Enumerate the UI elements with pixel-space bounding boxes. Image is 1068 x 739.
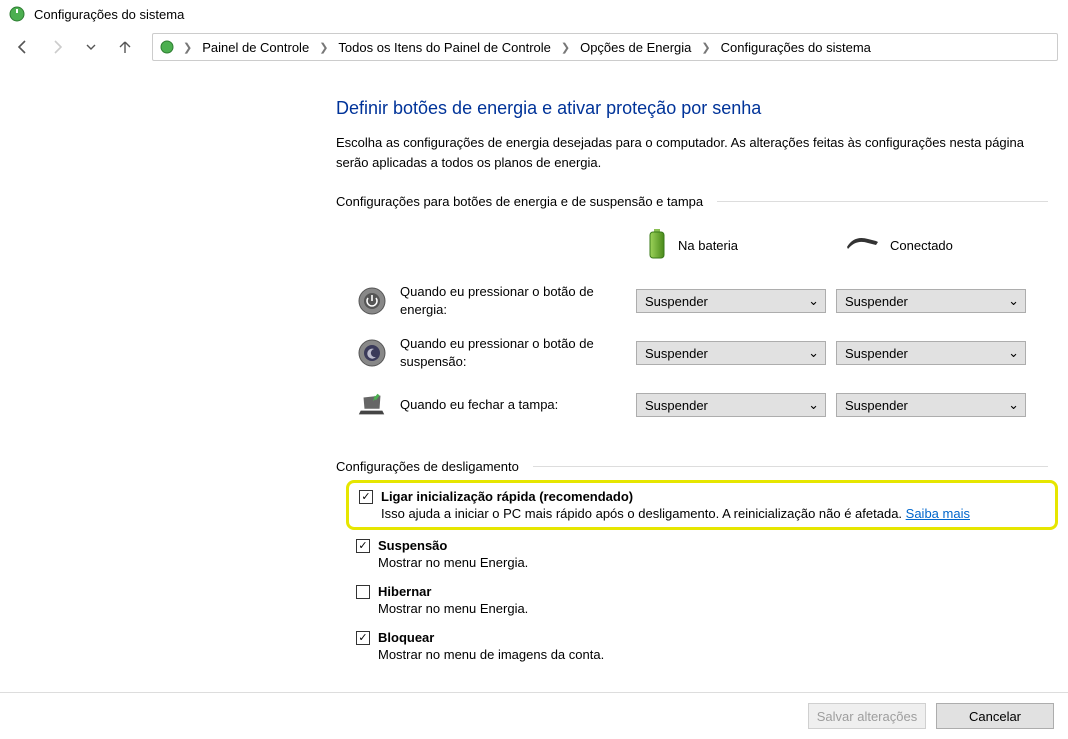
power-buttons-group-label: Configurações para botões de energia e d… bbox=[336, 194, 1048, 209]
chevron-down-icon: ⌄ bbox=[1008, 293, 1019, 309]
navbar: ❯ Painel de Controle ❯ Todos os Itens do… bbox=[0, 28, 1068, 66]
fast-startup-description: Isso ajuda a iniciar o PC mais rápido ap… bbox=[381, 506, 970, 521]
fast-startup-checkbox[interactable] bbox=[359, 490, 373, 504]
hibernate-checkbox[interactable] bbox=[356, 585, 370, 599]
shutdown-group-label: Configurações de desligamento bbox=[336, 459, 1048, 474]
column-header-battery: Na bateria bbox=[636, 228, 836, 263]
chevron-right-icon: ❯ bbox=[559, 41, 572, 54]
window-titlebar: Configurações do sistema bbox=[0, 0, 1068, 28]
power-row-power-button: Quando eu pressionar o botão de energia:… bbox=[356, 275, 1048, 327]
page-description: Escolha as configurações de energia dese… bbox=[336, 133, 1036, 172]
lock-label: Bloquear bbox=[378, 630, 604, 645]
address-bar[interactable]: ❯ Painel de Controle ❯ Todos os Itens do… bbox=[152, 33, 1058, 61]
learn-more-link[interactable]: Saiba mais bbox=[906, 506, 970, 521]
power-button-plugged-select[interactable]: Suspender ⌄ bbox=[836, 289, 1026, 313]
battery-icon bbox=[646, 228, 668, 263]
power-button-battery-select[interactable]: Suspender ⌄ bbox=[636, 289, 826, 313]
breadcrumb-item[interactable]: Opções de Energia bbox=[574, 40, 697, 55]
cancel-button[interactable]: Cancelar bbox=[936, 703, 1054, 729]
laptop-lid-icon bbox=[356, 389, 388, 421]
breadcrumb-item[interactable]: Todos os Itens do Painel de Controle bbox=[332, 40, 556, 55]
chevron-right-icon: ❯ bbox=[699, 41, 712, 54]
plug-icon bbox=[846, 235, 880, 256]
page-title: Definir botões de energia e ativar prote… bbox=[336, 98, 1048, 119]
lid-close-battery-select[interactable]: Suspender ⌄ bbox=[636, 393, 826, 417]
hibernate-label: Hibernar bbox=[378, 584, 528, 599]
sleep-description: Mostrar no menu Energia. bbox=[378, 555, 528, 570]
lid-close-plugged-select[interactable]: Suspender ⌄ bbox=[836, 393, 1026, 417]
chevron-down-icon: ⌄ bbox=[808, 293, 819, 309]
power-row-sleep-button: Quando eu pressionar o botão de suspensã… bbox=[356, 327, 1048, 379]
chevron-right-icon: ❯ bbox=[317, 41, 330, 54]
sleep-option: Suspensão Mostrar no menu Energia. bbox=[356, 538, 1048, 570]
power-buttons-grid: Na bateria Conectado bbox=[336, 221, 1048, 431]
chevron-down-icon: ⌄ bbox=[1008, 397, 1019, 413]
fast-startup-label: Ligar inicialização rápida (recomendado) bbox=[381, 489, 970, 504]
fast-startup-highlight: Ligar inicialização rápida (recomendado)… bbox=[346, 480, 1058, 530]
control-panel-icon bbox=[157, 37, 177, 57]
chevron-down-icon: ⌄ bbox=[1008, 345, 1019, 361]
hibernate-description: Mostrar no menu Energia. bbox=[378, 601, 528, 616]
up-button[interactable] bbox=[112, 34, 138, 60]
chevron-right-icon: ❯ bbox=[181, 41, 194, 54]
shutdown-settings-list: Ligar inicialização rápida (recomendado)… bbox=[336, 480, 1048, 662]
main-content: Definir botões de energia e ativar prote… bbox=[0, 66, 1068, 662]
lock-option: Bloquear Mostrar no menu de imagens da c… bbox=[356, 630, 1048, 662]
column-header-plugged: Conectado bbox=[836, 235, 1036, 256]
sleep-label: Suspensão bbox=[378, 538, 528, 553]
breadcrumb-item[interactable]: Configurações do sistema bbox=[715, 40, 877, 55]
forward-button[interactable] bbox=[44, 34, 70, 60]
sleep-button-icon bbox=[356, 337, 388, 369]
save-button[interactable]: Salvar alterações bbox=[808, 703, 926, 729]
lock-checkbox[interactable] bbox=[356, 631, 370, 645]
chevron-down-icon: ⌄ bbox=[808, 345, 819, 361]
breadcrumb: ❯ Painel de Controle ❯ Todos os Itens do… bbox=[181, 40, 877, 55]
hibernate-option: Hibernar Mostrar no menu Energia. bbox=[356, 584, 1048, 616]
footer: Salvar alterações Cancelar bbox=[0, 692, 1068, 739]
power-row-lid-close: Quando eu fechar a tampa: Suspender ⌄ Su… bbox=[356, 379, 1048, 431]
sleep-button-battery-select[interactable]: Suspender ⌄ bbox=[636, 341, 826, 365]
breadcrumb-item[interactable]: Painel de Controle bbox=[196, 40, 315, 55]
back-button[interactable] bbox=[10, 34, 36, 60]
sleep-button-plugged-select[interactable]: Suspender ⌄ bbox=[836, 341, 1026, 365]
window-title: Configurações do sistema bbox=[34, 7, 184, 22]
panel-icon bbox=[8, 5, 26, 23]
recent-locations-button[interactable] bbox=[78, 34, 104, 60]
lock-description: Mostrar no menu de imagens da conta. bbox=[378, 647, 604, 662]
chevron-down-icon: ⌄ bbox=[808, 397, 819, 413]
power-button-icon bbox=[356, 285, 388, 317]
sleep-checkbox[interactable] bbox=[356, 539, 370, 553]
